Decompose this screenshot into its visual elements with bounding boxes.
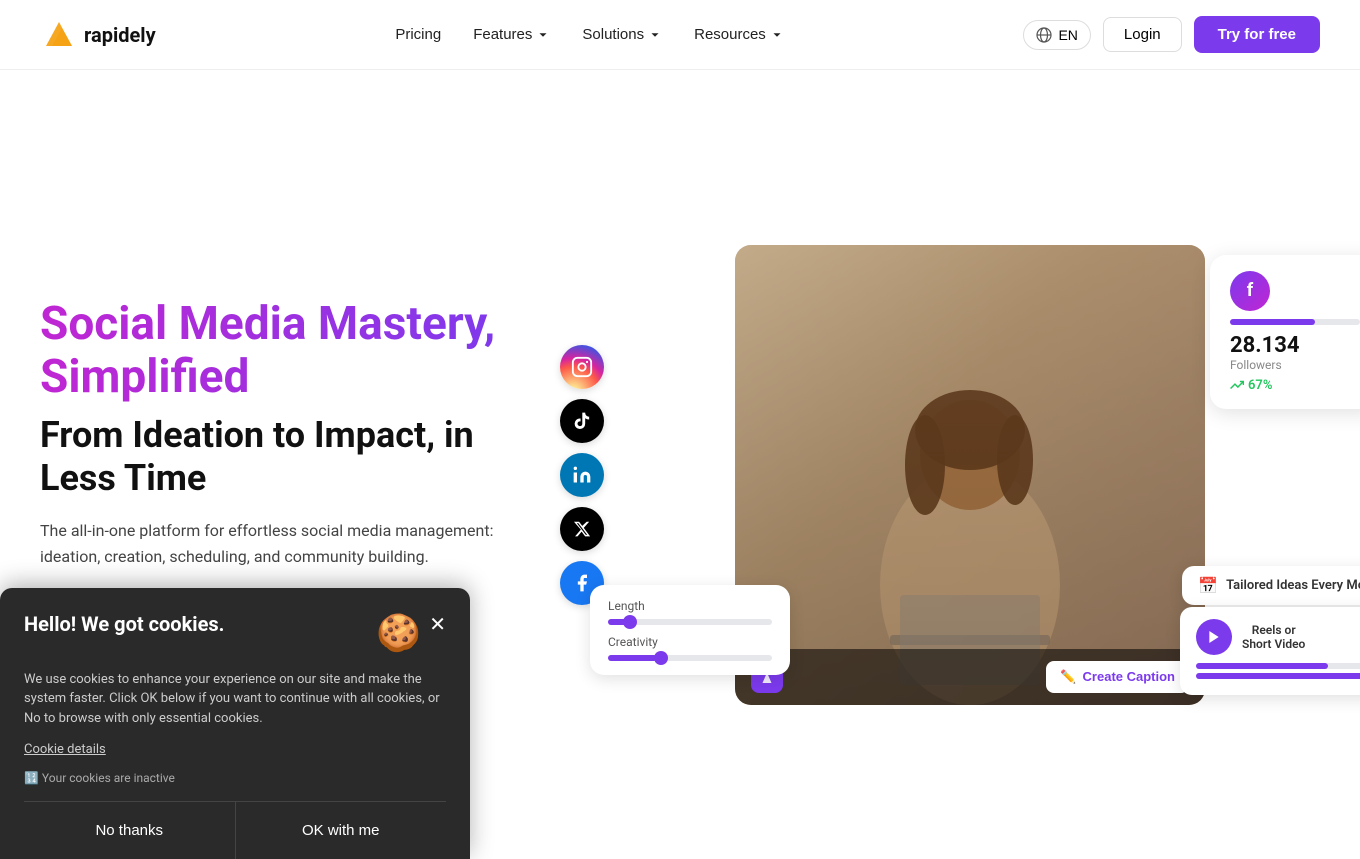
trending-up-icon xyxy=(1230,378,1244,392)
cookie-buttons: No thanks OK with me xyxy=(24,801,446,859)
hero-photo-inner: ✏️ Create Caption xyxy=(735,245,1205,705)
creativity-track[interactable] xyxy=(608,655,772,661)
login-button[interactable]: Login xyxy=(1103,17,1182,52)
nav-links: Pricing Features Solutions Resources xyxy=(395,26,783,43)
nav-solutions[interactable]: Solutions xyxy=(582,26,662,43)
reels-label: Reels orShort Video xyxy=(1242,623,1305,651)
stats-followers-label: Followers xyxy=(1230,358,1360,372)
linkedin-icon[interactable] xyxy=(560,453,604,497)
instagram-icon[interactable] xyxy=(560,345,604,389)
globe-icon xyxy=(1036,27,1052,43)
language-selector[interactable]: EN xyxy=(1023,20,1090,50)
cookie-details-link[interactable]: Cookie details xyxy=(24,742,446,757)
cookie-emoji: 🍪 xyxy=(376,612,421,654)
cookie-no-button[interactable]: No thanks xyxy=(24,802,236,859)
chevron-down-icon xyxy=(536,28,550,42)
stats-growth: 67% xyxy=(1230,378,1360,393)
length-label: Length xyxy=(608,599,772,613)
play-icon xyxy=(1206,629,1222,645)
reels-bar-1 xyxy=(1196,663,1360,669)
chevron-down-icon xyxy=(648,28,662,42)
hero-illustration: ✏️ Create Caption f 28.134 Followers 67% xyxy=(560,235,1320,715)
tailored-ideas-badge: 📅 Tailored Ideas Every Month xyxy=(1182,566,1360,605)
stats-progress-bar xyxy=(1230,319,1360,325)
hero-title-sub: From Ideation to Impact, in Less Time xyxy=(40,414,520,500)
nav-resources[interactable]: Resources xyxy=(694,26,784,43)
nav-pricing[interactable]: Pricing xyxy=(395,26,441,43)
logo[interactable]: rapidely xyxy=(40,16,156,54)
creativity-thumb[interactable] xyxy=(654,651,668,665)
cookie-close-button[interactable]: ✕ xyxy=(429,612,446,637)
reels-play-button[interactable] xyxy=(1196,619,1232,655)
stats-card: f 28.134 Followers 67% xyxy=(1210,255,1360,409)
navbar: rapidely Pricing Features Solutions Reso… xyxy=(0,0,1360,70)
cookie-description: We use cookies to enhance your experienc… xyxy=(24,670,446,729)
chevron-down-icon xyxy=(770,28,784,42)
length-thumb[interactable] xyxy=(623,615,637,629)
x-twitter-icon[interactable] xyxy=(560,507,604,551)
calendar-icon: 📅 xyxy=(1198,576,1218,595)
try-free-nav-button[interactable]: Try for free xyxy=(1194,16,1320,53)
nav-right: EN Login Try for free xyxy=(1023,16,1320,53)
cookie-inactive-message: 🔢 Your cookies are inactive xyxy=(24,771,446,785)
logo-text: rapidely xyxy=(84,23,156,47)
creativity-slider-group: Creativity xyxy=(608,635,772,661)
stats-card-avatar: f xyxy=(1230,271,1270,311)
creativity-label: Creativity xyxy=(608,635,772,649)
caption-bar: ✏️ Create Caption xyxy=(735,649,1205,705)
cookie-ok-button[interactable]: OK with me xyxy=(236,802,447,859)
nav-features[interactable]: Features xyxy=(473,26,550,43)
reels-card: Reels orShort Video xyxy=(1180,607,1360,695)
hero-photo: ✏️ Create Caption xyxy=(735,245,1205,705)
logo-icon xyxy=(40,16,78,54)
cookie-banner: Hello! We got cookies. 🍪 ✕ We use cookie… xyxy=(0,588,470,859)
cookie-title: Hello! We got cookies. xyxy=(24,612,366,636)
length-slider-group: Length xyxy=(608,599,772,625)
stats-followers-count: 28.134 xyxy=(1230,333,1360,358)
tiktok-icon[interactable] xyxy=(560,399,604,443)
sliders-panel: Length Creativity xyxy=(590,585,790,675)
hero-title-gradient: Social Media Mastery, Simplified xyxy=(40,298,520,404)
social-icons-column xyxy=(560,345,604,605)
reels-bar-2 xyxy=(1196,673,1360,679)
hero-description: The all-in-one platform for effortless s… xyxy=(40,518,520,569)
length-track[interactable] xyxy=(608,619,772,625)
create-caption-button[interactable]: ✏️ Create Caption xyxy=(1046,661,1189,693)
